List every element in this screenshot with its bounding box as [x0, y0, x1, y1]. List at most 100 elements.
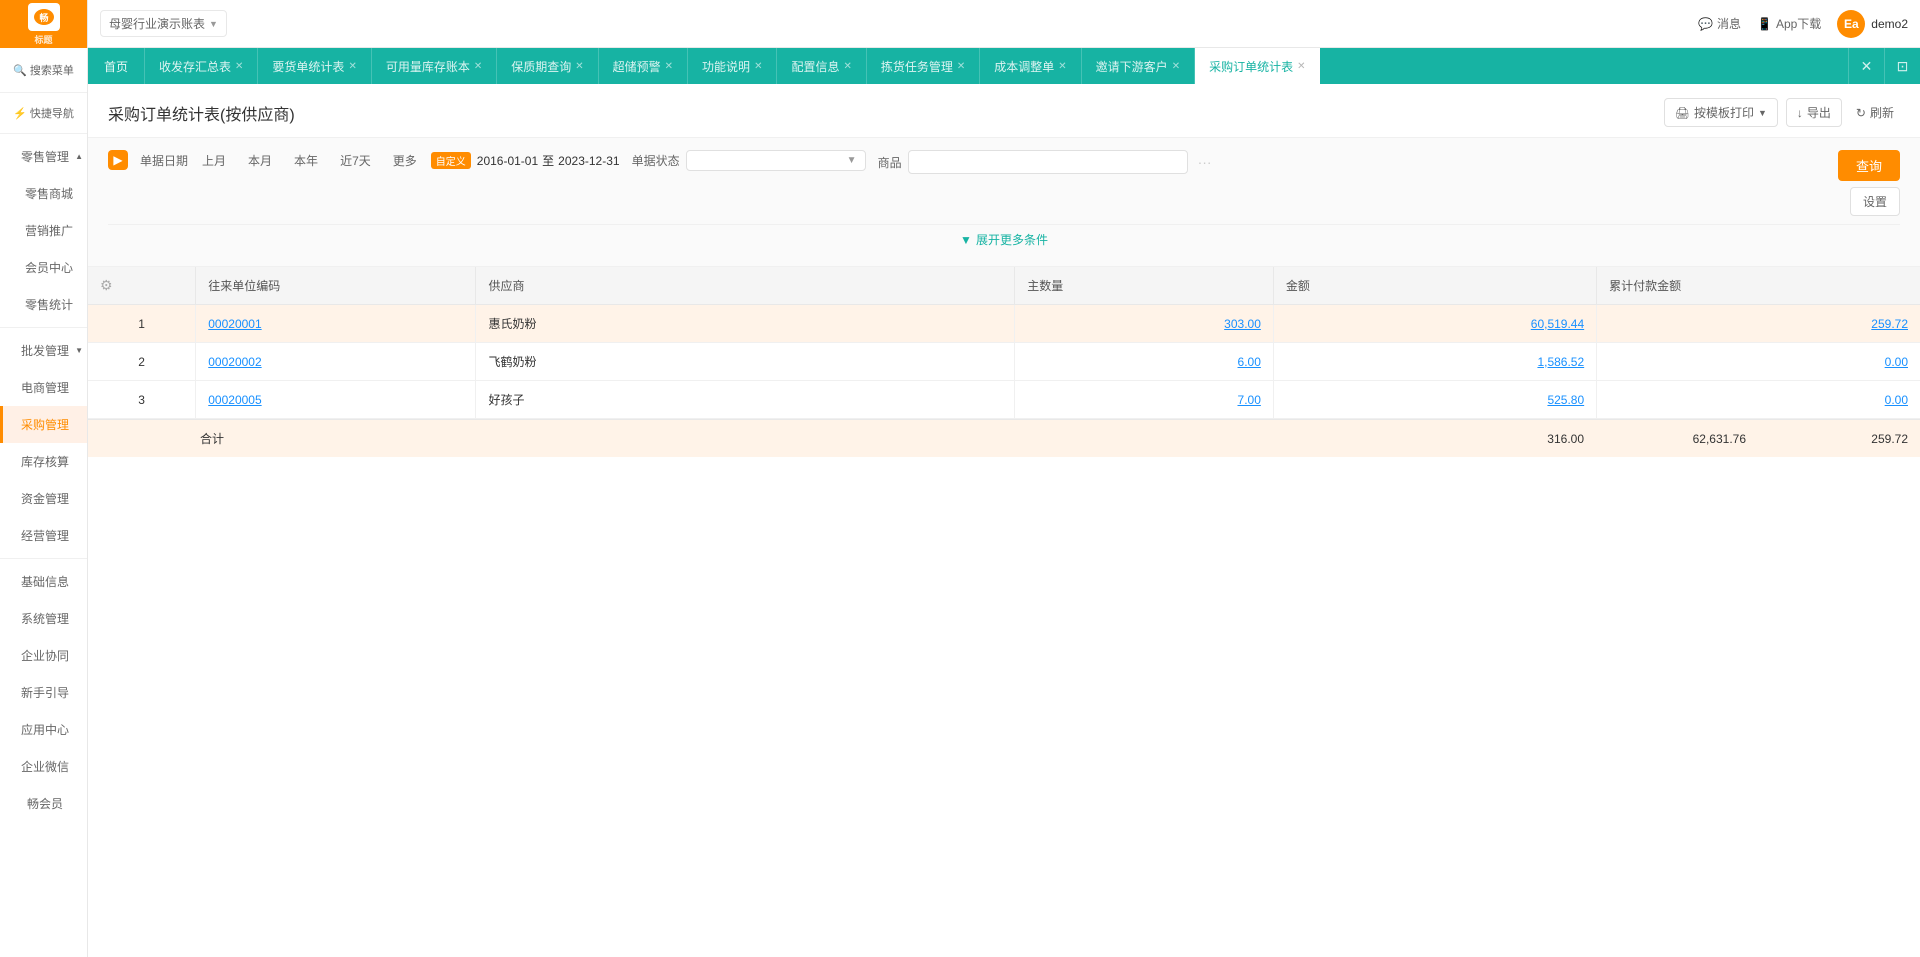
tab-config[interactable]: 配置信息 ✕ — [777, 48, 866, 84]
app-download-button[interactable]: 📱 App下载 — [1757, 15, 1821, 32]
cell-code[interactable]: 00020002 — [196, 343, 476, 381]
refresh-button[interactable]: ↻ 刷新 — [1850, 99, 1900, 126]
tab-picking[interactable]: 拣货任务管理 ✕ — [867, 48, 980, 84]
tab-expiry[interactable]: 保质期查询 ✕ — [497, 48, 598, 84]
cell-supplier: 惠氏奶粉 — [476, 305, 1015, 343]
cell-paid[interactable]: 259.72 — [1597, 305, 1920, 343]
status-label: 单据状态 — [632, 152, 680, 169]
tab-home[interactable]: 首页 — [88, 48, 145, 84]
sidebar-item-system[interactable]: 系统管理 — [0, 600, 87, 637]
sidebar-item-retail-stats[interactable]: 零售统计 — [0, 286, 87, 323]
tab-close-icon[interactable]: ✕ — [235, 61, 243, 72]
sidebar-item-enterprise[interactable]: 企业协同 — [0, 637, 87, 674]
cell-amount[interactable]: 525.80 — [1273, 381, 1596, 419]
filter-goods-group: 商品 ··· — [878, 150, 1216, 174]
gear-icon[interactable]: ⚙ — [100, 277, 113, 293]
sidebar-item-vip[interactable]: 畅会员 — [0, 785, 87, 822]
sidebar-item-label: 会员中心 — [25, 259, 73, 276]
date-separator: 至 — [542, 152, 554, 169]
logo-text: 标题 — [34, 33, 52, 46]
export-button[interactable]: ↓ 导出 — [1786, 98, 1842, 127]
sidebar-shortcut[interactable]: ⚡ 快捷导航 — [0, 99, 87, 127]
workspace-dropdown[interactable]: 母婴行业演示账表 ▼ — [100, 10, 227, 37]
date-from: 2016-01-01 — [477, 154, 538, 168]
tab-close-icon[interactable]: ✕ — [1058, 61, 1066, 72]
tab-guide[interactable]: 功能说明 ✕ — [688, 48, 777, 84]
date-label: 单据日期 — [140, 152, 188, 169]
print-button[interactable]: 🖨 按模板打印 ▼ — [1664, 98, 1778, 127]
user-menu[interactable]: Ea demo2 — [1837, 10, 1908, 38]
tab-close-all-button[interactable]: ✕ — [1848, 48, 1884, 84]
tab-overstock[interactable]: 超储预警 ✕ — [599, 48, 688, 84]
tab-close-icon[interactable]: ✕ — [1172, 61, 1180, 72]
filter-toggle-button[interactable]: ▶ — [108, 150, 128, 170]
sidebar-item-retail-shop[interactable]: 零售商城 — [0, 175, 87, 212]
date-to: 2023-12-31 — [558, 154, 619, 168]
sidebar-item-label: 零售商城 — [25, 185, 73, 202]
shortcut-this-year[interactable]: 本年 — [286, 150, 326, 171]
cell-amount[interactable]: 60,519.44 — [1273, 305, 1596, 343]
goods-input[interactable] — [908, 150, 1188, 174]
sidebar-item-wholesale[interactable]: 批发管理 ▼ — [0, 332, 87, 369]
tab-close-icon[interactable]: ✕ — [474, 61, 482, 72]
query-button[interactable]: 查询 — [1838, 150, 1900, 181]
sidebar-item-basic[interactable]: 基础信息 — [0, 563, 87, 600]
tab-close-icon[interactable]: ✕ — [843, 61, 851, 72]
sidebar-item-finance[interactable]: 资金管理 — [0, 480, 87, 517]
chevron-down-icon: ▲ — [75, 152, 83, 161]
tab-close-icon[interactable]: ✕ — [754, 61, 762, 72]
shortcut-more[interactable]: 更多 — [385, 150, 425, 171]
page-header-actions: 🖨 按模板打印 ▼ ↓ 导出 ↻ 刷新 — [1664, 98, 1900, 127]
message-button[interactable]: 💬 消息 — [1698, 15, 1741, 32]
sidebar-item-member[interactable]: 会员中心 — [0, 249, 87, 286]
tab-purchase-stats[interactable]: 采购订单统计表 ✕ — [1195, 48, 1320, 84]
tab-available[interactable]: 可用量库存账本 ✕ — [372, 48, 497, 84]
sidebar-item-purchase[interactable]: 采购管理 — [0, 406, 87, 443]
cell-code[interactable]: 00020005 — [196, 381, 476, 419]
sidebar-item-ops[interactable]: 经营管理 — [0, 517, 87, 554]
sidebar-item-retail[interactable]: 零售管理 ▲ — [0, 138, 87, 175]
tab-close-icon[interactable]: ✕ — [348, 61, 356, 72]
tab-cost[interactable]: 成本调整单 ✕ — [980, 48, 1081, 84]
table-footer: 合计 316.00 62,631.76 259.72 — [88, 419, 1920, 457]
tab-close-icon[interactable]: ✕ — [575, 61, 583, 72]
sidebar-item-ecommerce[interactable]: 电商管理 — [0, 369, 87, 406]
sidebar-item-newbie[interactable]: 新手引导 — [0, 674, 87, 711]
shortcut-this-month[interactable]: 本月 — [240, 150, 280, 171]
sidebar-search[interactable]: 🔍 搜索菜单 — [0, 56, 87, 84]
cell-amount[interactable]: 1,586.52 — [1273, 343, 1596, 381]
export-icon: ↓ — [1797, 106, 1803, 120]
tab-close-icon[interactable]: ✕ — [957, 61, 965, 72]
sidebar-item-apps[interactable]: 应用中心 — [0, 711, 87, 748]
goods-label: 商品 — [878, 154, 902, 171]
sidebar-item-label: 营销推广 — [25, 222, 73, 239]
tab-demand[interactable]: 要货单统计表 ✕ — [258, 48, 371, 84]
col-header-qty: 主数量 — [1015, 267, 1274, 305]
tab-maximize-button[interactable]: ⊡ — [1884, 48, 1920, 84]
cell-qty[interactable]: 7.00 — [1015, 381, 1274, 419]
sidebar-item-label: 企业协同 — [21, 647, 69, 664]
cell-qty[interactable]: 6.00 — [1015, 343, 1274, 381]
status-select[interactable]: ▼ — [686, 150, 866, 171]
tab-controls: ✕ ⊡ — [1848, 48, 1920, 84]
shortcut-last-month[interactable]: 上月 — [194, 150, 234, 171]
svg-text:畅: 畅 — [39, 12, 48, 23]
sidebar-item-wechat[interactable]: 企业微信 — [0, 748, 87, 785]
sidebar-item-label: 批发管理 — [21, 342, 69, 359]
sidebar-item-inventory[interactable]: 库存核算 — [0, 443, 87, 480]
cell-supplier: 飞鹤奶粉 — [476, 343, 1015, 381]
page-title: 采购订单统计表(按供应商) — [108, 101, 295, 125]
tab-invite[interactable]: 邀请下游客户 ✕ — [1082, 48, 1195, 84]
sidebar: 畅 标题 🔍 搜索菜单 ⚡ 快捷导航 零售管理 ▲ 零售商城 营销推广 会员中心 — [0, 0, 88, 957]
cell-paid[interactable]: 0.00 — [1597, 343, 1920, 381]
shortcut-7days[interactable]: 近7天 — [332, 150, 379, 171]
tab-close-icon[interactable]: ✕ — [665, 61, 673, 72]
cell-qty[interactable]: 303.00 — [1015, 305, 1274, 343]
expand-filter-button[interactable]: ▼ 展开更多条件 — [108, 224, 1900, 254]
sidebar-item-marketing[interactable]: 营销推广 — [0, 212, 87, 249]
tab-close-icon-active[interactable]: ✕ — [1297, 61, 1305, 72]
cell-code[interactable]: 00020001 — [196, 305, 476, 343]
tab-receive[interactable]: 收发存汇总表 ✕ — [145, 48, 258, 84]
cell-paid[interactable]: 0.00 — [1597, 381, 1920, 419]
settings-button[interactable]: 设置 — [1850, 187, 1900, 216]
